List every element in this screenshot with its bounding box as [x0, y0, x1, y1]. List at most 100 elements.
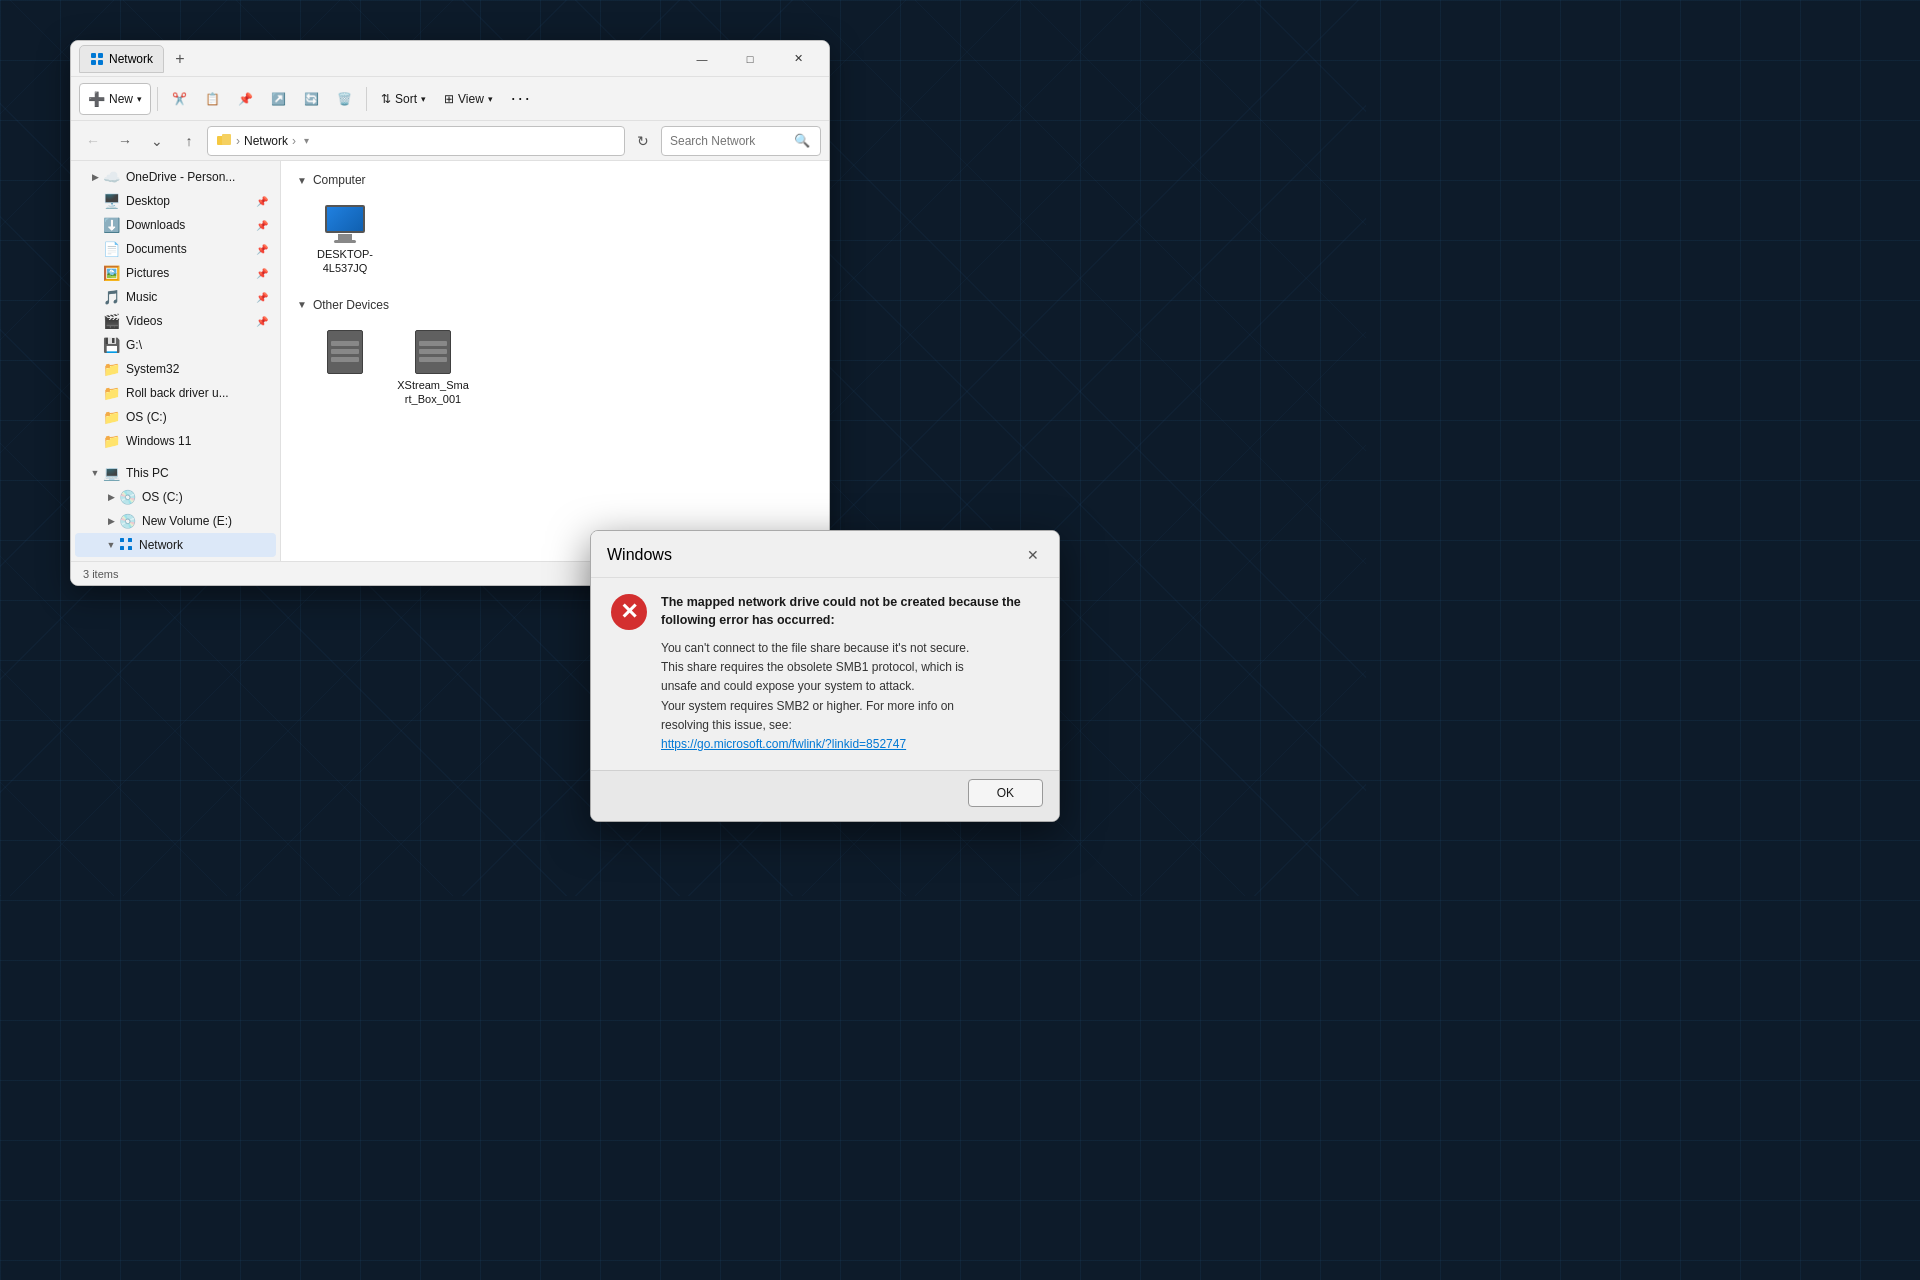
cut-button[interactable]: ✂️ — [164, 83, 195, 115]
server-1-icon — [327, 330, 363, 374]
system32-folder-icon: 📁 — [103, 361, 120, 377]
dialog-message-area: The mapped network drive could not be cr… — [661, 594, 1039, 754]
dialog-link[interactable]: https://go.microsoft.com/fwlink/?linkid=… — [661, 737, 906, 751]
sidebar-item-system32[interactable]: 📁 System32 — [75, 357, 276, 381]
sort-icon: ⇅ — [381, 92, 391, 106]
sidebar-item-rollback[interactable]: 📁 Roll back driver u... — [75, 381, 276, 405]
sidebar-item-downloads[interactable]: ⬇️ Downloads 📌 — [75, 213, 276, 237]
refresh2-button[interactable]: 🔄 — [296, 83, 327, 115]
computer-section-header[interactable]: ▼ Computer — [297, 169, 813, 191]
toolbar: ➕ New ▾ ✂️ 📋 📌 ↗️ 🔄 🗑️ ⇅ Sort ▾ ⊞ View ▾… — [71, 77, 829, 121]
explorer-tab[interactable]: Network — [79, 45, 164, 73]
copy-button[interactable]: 📋 — [197, 83, 228, 115]
new-vol-disk-icon: 💿 — [119, 513, 136, 529]
windows-error-dialog[interactable]: Windows ✕ ✕ The mapped network drive cou… — [590, 530, 1060, 822]
paste-icon: 📌 — [238, 92, 253, 106]
sidebar-item-win11[interactable]: 📁 Windows 11 — [75, 429, 276, 453]
search-icon: 🔍 — [794, 133, 810, 148]
toolbar-separator-1 — [157, 87, 158, 111]
path-dropdown-icon[interactable]: ▾ — [304, 135, 309, 146]
refresh-button[interactable]: ↻ — [629, 127, 657, 155]
new-tab-button[interactable]: + — [168, 47, 192, 71]
onedrive-expand-icon: ▶ — [87, 169, 103, 185]
documents-expand-space — [87, 241, 103, 257]
recent-button[interactable]: ⌄ — [143, 127, 171, 155]
videos-icon: 🎬 — [103, 313, 120, 329]
downloads-icon: ⬇️ — [103, 217, 120, 233]
new-vol-label: New Volume (E:) — [142, 514, 268, 528]
this-pc-label: This PC — [126, 466, 268, 480]
system32-expand-space — [87, 361, 103, 377]
svg-rect-5 — [222, 134, 231, 145]
g-drive-label: G:\ — [126, 338, 268, 352]
sidebar-item-onedrive[interactable]: ▶ ☁️ OneDrive - Person... — [75, 165, 276, 189]
file-item-desktop-computer[interactable]: DESKTOP-4L537JQ — [305, 199, 385, 282]
maximize-button[interactable]: □ — [727, 44, 773, 74]
dialog-close-button[interactable]: ✕ — [1019, 541, 1047, 569]
videos-expand-space — [87, 313, 103, 329]
this-pc-icon: 💻 — [103, 465, 120, 481]
search-input[interactable] — [670, 134, 790, 148]
network-sidebar-label: Network — [139, 538, 268, 552]
sidebar-item-this-pc[interactable]: ▼ 💻 This PC — [75, 461, 276, 485]
dialog-error-icon: ✕ — [611, 594, 647, 630]
cut-icon: ✂️ — [172, 92, 187, 106]
path-explorer-icon — [216, 131, 232, 150]
rollback-folder-icon: 📁 — [103, 385, 120, 401]
dialog-ok-button[interactable]: OK — [968, 779, 1043, 807]
new-label: New — [109, 92, 133, 106]
onedrive-label: OneDrive - Person... — [126, 170, 268, 184]
new-button[interactable]: ➕ New ▾ — [79, 83, 151, 115]
forward-button[interactable]: → — [111, 127, 139, 155]
this-pc-expand-icon: ▼ — [87, 465, 103, 481]
share-icon: ↗️ — [271, 92, 286, 106]
back-button[interactable]: ← — [79, 127, 107, 155]
address-bar: ← → ⌄ ↑ › Network › ▾ ↻ 🔍 — [71, 121, 829, 161]
file-item-server-1[interactable] — [305, 324, 385, 413]
sidebar-item-documents[interactable]: 📄 Documents 📌 — [75, 237, 276, 261]
os-c-label: OS (C:) — [142, 490, 268, 504]
sidebar-item-g-drive[interactable]: 💾 G:\ — [75, 333, 276, 357]
sort-button[interactable]: ⇅ Sort ▾ — [373, 83, 434, 115]
more-button[interactable]: ··· — [503, 83, 540, 115]
content-area: ▶ ☁️ OneDrive - Person... 🖥️ Desktop 📌 ⬇… — [71, 161, 829, 561]
paste-button[interactable]: 📌 — [230, 83, 261, 115]
dialog-detail-message: You can't connect to the file share beca… — [661, 639, 1039, 754]
sidebar-item-os-c[interactable]: ▶ 💿 OS (C:) — [75, 485, 276, 509]
view-button[interactable]: ⊞ View ▾ — [436, 83, 501, 115]
search-box[interactable]: 🔍 — [661, 126, 821, 156]
path-network: Network — [244, 134, 288, 148]
sidebar-item-pictures[interactable]: 🖼️ Pictures 📌 — [75, 261, 276, 285]
sidebar-item-os-c2[interactable]: 📁 OS (C:) — [75, 405, 276, 429]
up-button[interactable]: ↑ — [175, 127, 203, 155]
desktop-pin-icon: 📌 — [256, 196, 268, 207]
svg-rect-6 — [120, 538, 124, 542]
sidebar-item-music[interactable]: 🎵 Music 📌 — [75, 285, 276, 309]
documents-label: Documents — [126, 242, 252, 256]
file-item-xstream[interactable]: XStream_Smart_Box_001 — [393, 324, 473, 413]
sidebar-item-network[interactable]: ▼ Network — [75, 533, 276, 557]
downloads-expand-space — [87, 217, 103, 233]
other-devices-section-header[interactable]: ▼ Other Devices — [297, 294, 813, 316]
sidebar-item-videos[interactable]: 🎬 Videos 📌 — [75, 309, 276, 333]
share-button[interactable]: ↗️ — [263, 83, 294, 115]
minimize-button[interactable]: — — [679, 44, 725, 74]
address-path-bar[interactable]: › Network › ▾ — [207, 126, 625, 156]
refresh2-icon: 🔄 — [304, 92, 319, 106]
sidebar-item-desktop[interactable]: 🖥️ Desktop 📌 — [75, 189, 276, 213]
win11-label: Windows 11 — [126, 434, 268, 448]
pictures-icon: 🖼️ — [103, 265, 120, 281]
sidebar-item-new-volume-e[interactable]: ▶ 💿 New Volume (E:) — [75, 509, 276, 533]
svg-rect-1 — [98, 53, 103, 58]
close-button[interactable]: ✕ — [775, 44, 821, 74]
other-devices-arrow-icon: ▼ — [297, 299, 307, 310]
desktop-label: Desktop — [126, 194, 252, 208]
view-icon: ⊞ — [444, 92, 454, 106]
downloads-label: Downloads — [126, 218, 252, 232]
dialog-main-message: The mapped network drive could not be cr… — [661, 594, 1039, 629]
pictures-expand-space — [87, 265, 103, 281]
computer-arrow-icon: ▼ — [297, 175, 307, 186]
sidebar: ▶ ☁️ OneDrive - Person... 🖥️ Desktop 📌 ⬇… — [71, 161, 281, 561]
os-c2-folder-icon: 📁 — [103, 409, 120, 425]
delete-button[interactable]: 🗑️ — [329, 83, 360, 115]
